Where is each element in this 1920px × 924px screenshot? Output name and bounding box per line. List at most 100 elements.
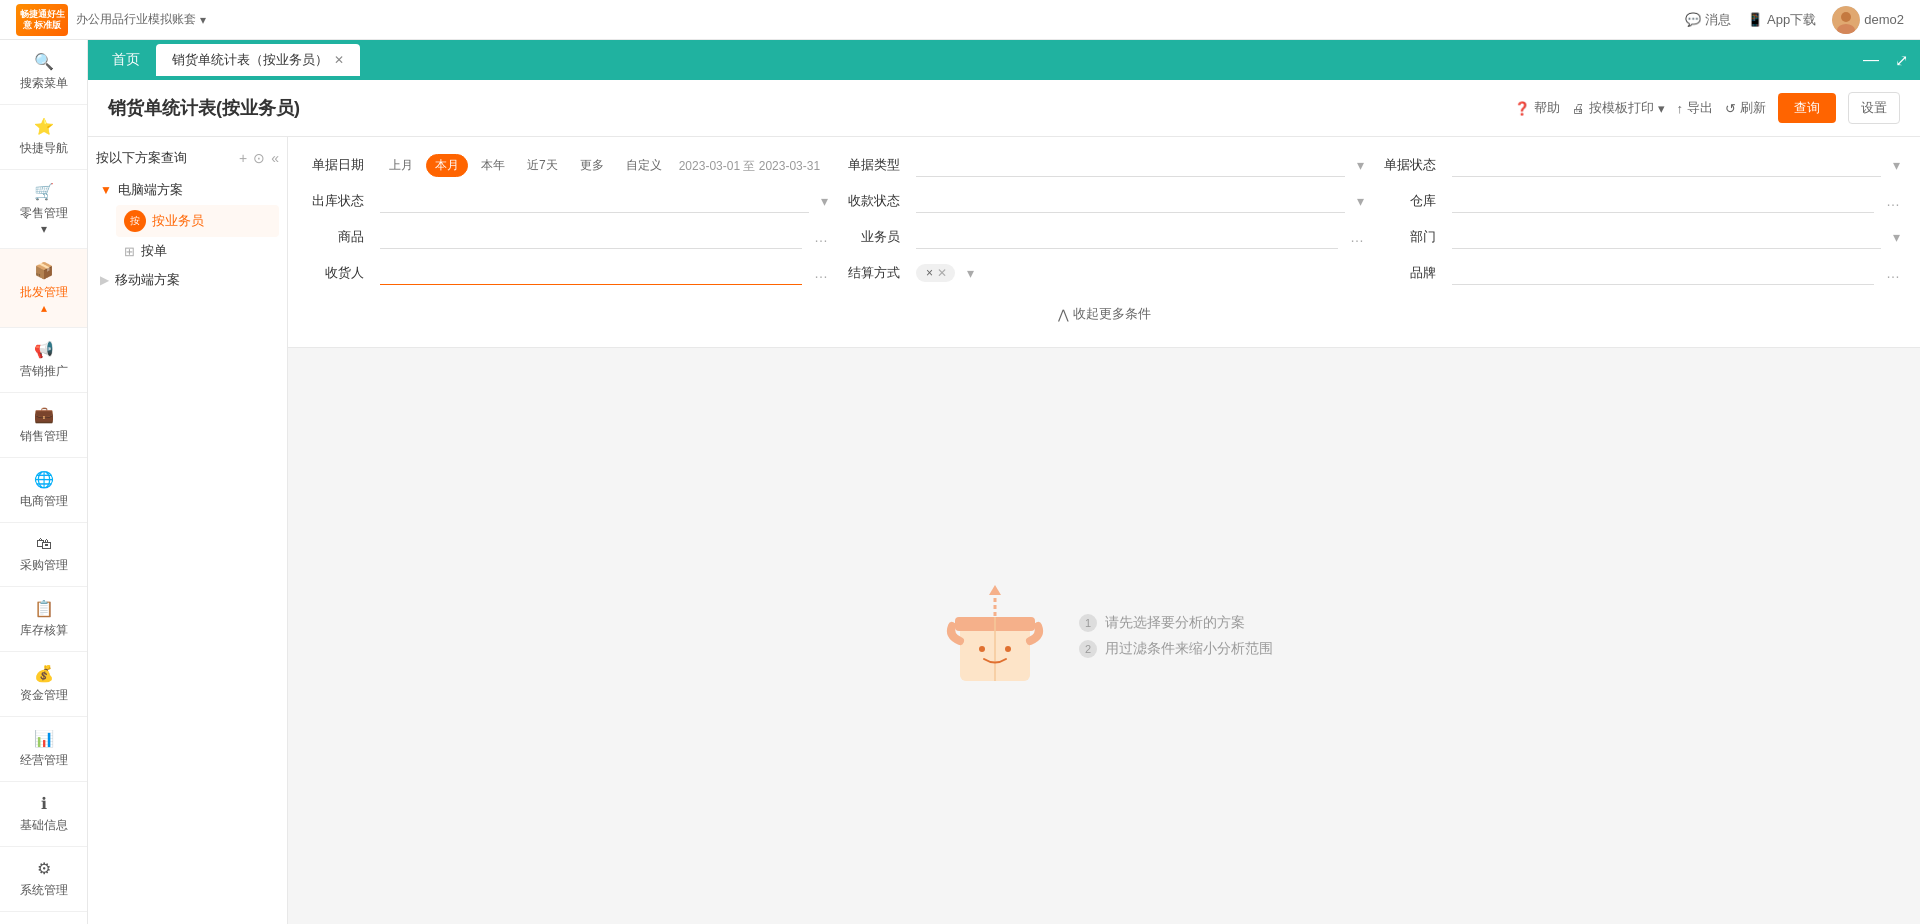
sidebar-sales-label: 销售管理 [20,428,68,445]
sidebar-item-system[interactable]: ⚙ 系统管理 [0,847,87,912]
tree-expand-mobile-icon: ▶ [100,273,109,287]
receiver-label: 收货人 [308,264,364,282]
sidebar-item-wholesale[interactable]: 📦 批发管理 ▴ [0,249,87,328]
print-btn[interactable]: 🖨 按模板打印 ▾ [1572,99,1665,117]
content-body: 1 请先选择要分析的方案 2 用过滤条件来缩小分析范围 [288,348,1920,924]
sidebar-ecommerce-label: 电商管理 [20,493,68,510]
receipt-status-input[interactable] [916,189,1345,213]
dept-dropdown-icon[interactable]: ▾ [1893,229,1900,245]
sidebar-item-basic[interactable]: ℹ 基础信息 [0,782,87,847]
status-input[interactable] [1452,153,1881,177]
warehouse-label: 仓库 [1380,192,1436,210]
salesperson-dots-icon[interactable]: … [1350,229,1364,245]
settings-btn[interactable]: 设置 [1848,92,1900,124]
refresh-btn[interactable]: ↺ 刷新 [1725,99,1766,117]
main-layout: 🔍 搜索菜单 ⭐ 快捷导航 🛒 零售管理 ▾ 📦 批发管理 ▴ 📢 营销推广 💼… [0,40,1920,924]
topbar-right: 💬 消息 📱 App下载 demo2 [1685,6,1904,34]
sidebar-item-purchase[interactable]: 🛍 采购管理 [0,523,87,587]
receipt-status-dropdown-icon[interactable]: ▾ [1357,193,1364,209]
sidebar-item-operation[interactable]: 📊 经营管理 [0,717,87,782]
brand-dots-icon[interactable]: … [1886,265,1900,281]
tree-desktop-children: 按 按业务员 ⊞ 按单 [96,205,279,265]
status-control: ▾ [1452,153,1900,177]
sidebar-item-sales[interactable]: 💼 销售管理 [0,393,87,458]
settlement-dropdown-icon[interactable]: ▾ [967,265,974,281]
inventory-icon: 📋 [34,599,54,618]
type-input[interactable] [916,153,1345,177]
sidebar-item-inventory[interactable]: 📋 库存核算 [0,587,87,652]
warehouse-input[interactable] [1452,189,1874,213]
salesperson-control: … [916,225,1364,249]
sidebar-item-corp[interactable]: 🤝 企业协同 [0,912,87,924]
type-label: 单据类型 [844,156,900,174]
tree-item-desktop[interactable]: ▼ 电脑端方案 [96,175,279,205]
date-tab-7days[interactable]: 近7天 [518,154,567,177]
date-tab-this-year[interactable]: 本年 [472,154,514,177]
main-content: 单据日期 上月 本月 本年 近7天 更多 自定义 [288,137,1920,924]
tree-child-order[interactable]: ⊞ 按单 [116,237,279,265]
brand-input[interactable] [1452,261,1874,285]
dept-input[interactable] [1452,225,1881,249]
filter-row-2: 出库状态 ▾ 收款状态 ▾ 仓库 [308,189,1900,213]
tabbar-maximize-btn[interactable]: ⤢ [1891,47,1912,74]
out-status-input[interactable] [380,189,809,213]
type-dropdown-icon[interactable]: ▾ [1357,157,1364,173]
sidebar-item-ecommerce[interactable]: 🌐 电商管理 [0,458,87,523]
sidebar-item-retail[interactable]: 🛒 零售管理 ▾ [0,170,87,249]
out-status-dropdown-icon[interactable]: ▾ [821,193,828,209]
hint-text-1: 请先选择要分析的方案 [1105,614,1245,632]
date-range-display: 2023-03-01 至 2023-03-31 [679,158,820,175]
page-header: 销货单统计表(按业务员) ❓ 帮助 🖨 按模板打印 ▾ ↑ [88,80,1920,137]
app-download-btn[interactable]: 📱 App下载 [1747,11,1816,29]
help-btn[interactable]: ❓ 帮助 [1514,99,1560,117]
goods-dots-icon[interactable]: … [814,229,828,245]
sidebar-item-quicknav[interactable]: ⭐ 快捷导航 [0,105,87,170]
sidebar-item-marketing[interactable]: 📢 营销推广 [0,328,87,393]
sidebar-item-finance[interactable]: 💰 资金管理 [0,652,87,717]
filter-row-1: 单据日期 上月 本月 本年 近7天 更多 自定义 [308,153,1900,177]
status-dropdown-icon[interactable]: ▾ [1893,157,1900,173]
date-tab-custom[interactable]: 自定义 [617,154,671,177]
date-tab-more[interactable]: 更多 [571,154,613,177]
warehouse-dots-icon[interactable]: … [1886,193,1900,209]
tab-close-icon[interactable]: ✕ [334,53,344,67]
receiver-dots-icon[interactable]: … [814,265,828,281]
salesperson-input[interactable] [916,225,1338,249]
query-btn[interactable]: 查询 [1778,93,1836,123]
export-btn[interactable]: ↑ 导出 [1677,99,1714,117]
system-icon: ⚙ [37,859,51,878]
tree-child-salesperson[interactable]: 按 按业务员 [116,205,279,237]
sidebar: 🔍 搜索菜单 ⭐ 快捷导航 🛒 零售管理 ▾ 📦 批发管理 ▴ 📢 营销推广 💼… [0,40,88,924]
sidebar-wholesale-label: 批发管理 [20,284,68,301]
edit-plan-btn[interactable]: ⊙ [253,150,265,166]
empty-illustration [935,581,1055,691]
breadcrumb: 办公用品行业模拟账套 ▾ [76,11,206,28]
receiver-input[interactable] [380,261,802,285]
date-tab-this-month[interactable]: 本月 [426,154,468,177]
wholesale-icon: 📦 [34,261,54,280]
date-tab-last-month[interactable]: 上月 [380,154,422,177]
export-icon: ↑ [1677,101,1684,116]
add-plan-btn[interactable]: + [239,150,247,166]
search-icon: 🔍 [34,52,54,71]
topbar: 畅捷通好生意 标准版 办公用品行业模拟账套 ▾ 💬 消息 📱 App下载 dem… [0,0,1920,40]
message-btn[interactable]: 💬 消息 [1685,11,1731,29]
tab-main[interactable]: 销货单统计表（按业务员） ✕ [156,44,360,76]
message-label: 消息 [1705,11,1731,29]
collapse-btn[interactable]: ⋀ 收起更多条件 [1058,305,1151,323]
collapse-panel-btn[interactable]: « [271,150,279,166]
logo[interactable]: 畅捷通好生意 标准版 [16,4,68,36]
tabbar-minimize-btn[interactable]: — [1859,47,1883,74]
tree-item-mobile[interactable]: ▶ 移动端方案 [96,265,279,295]
goods-input[interactable] [380,225,802,249]
empty-hint-1: 1 请先选择要分析的方案 [1079,614,1273,632]
sidebar-item-search[interactable]: 🔍 搜索菜单 [0,40,87,105]
settlement-clear-btn[interactable]: ✕ [937,267,947,279]
sidebar-purchase-label: 采购管理 [20,557,68,574]
goods-label: 商品 [308,228,364,246]
message-icon: 💬 [1685,12,1701,27]
user-menu[interactable]: demo2 [1832,6,1904,34]
tab-home[interactable]: 首页 [96,44,156,76]
warehouse-control: … [1452,189,1900,213]
status-label: 单据状态 [1380,156,1436,174]
